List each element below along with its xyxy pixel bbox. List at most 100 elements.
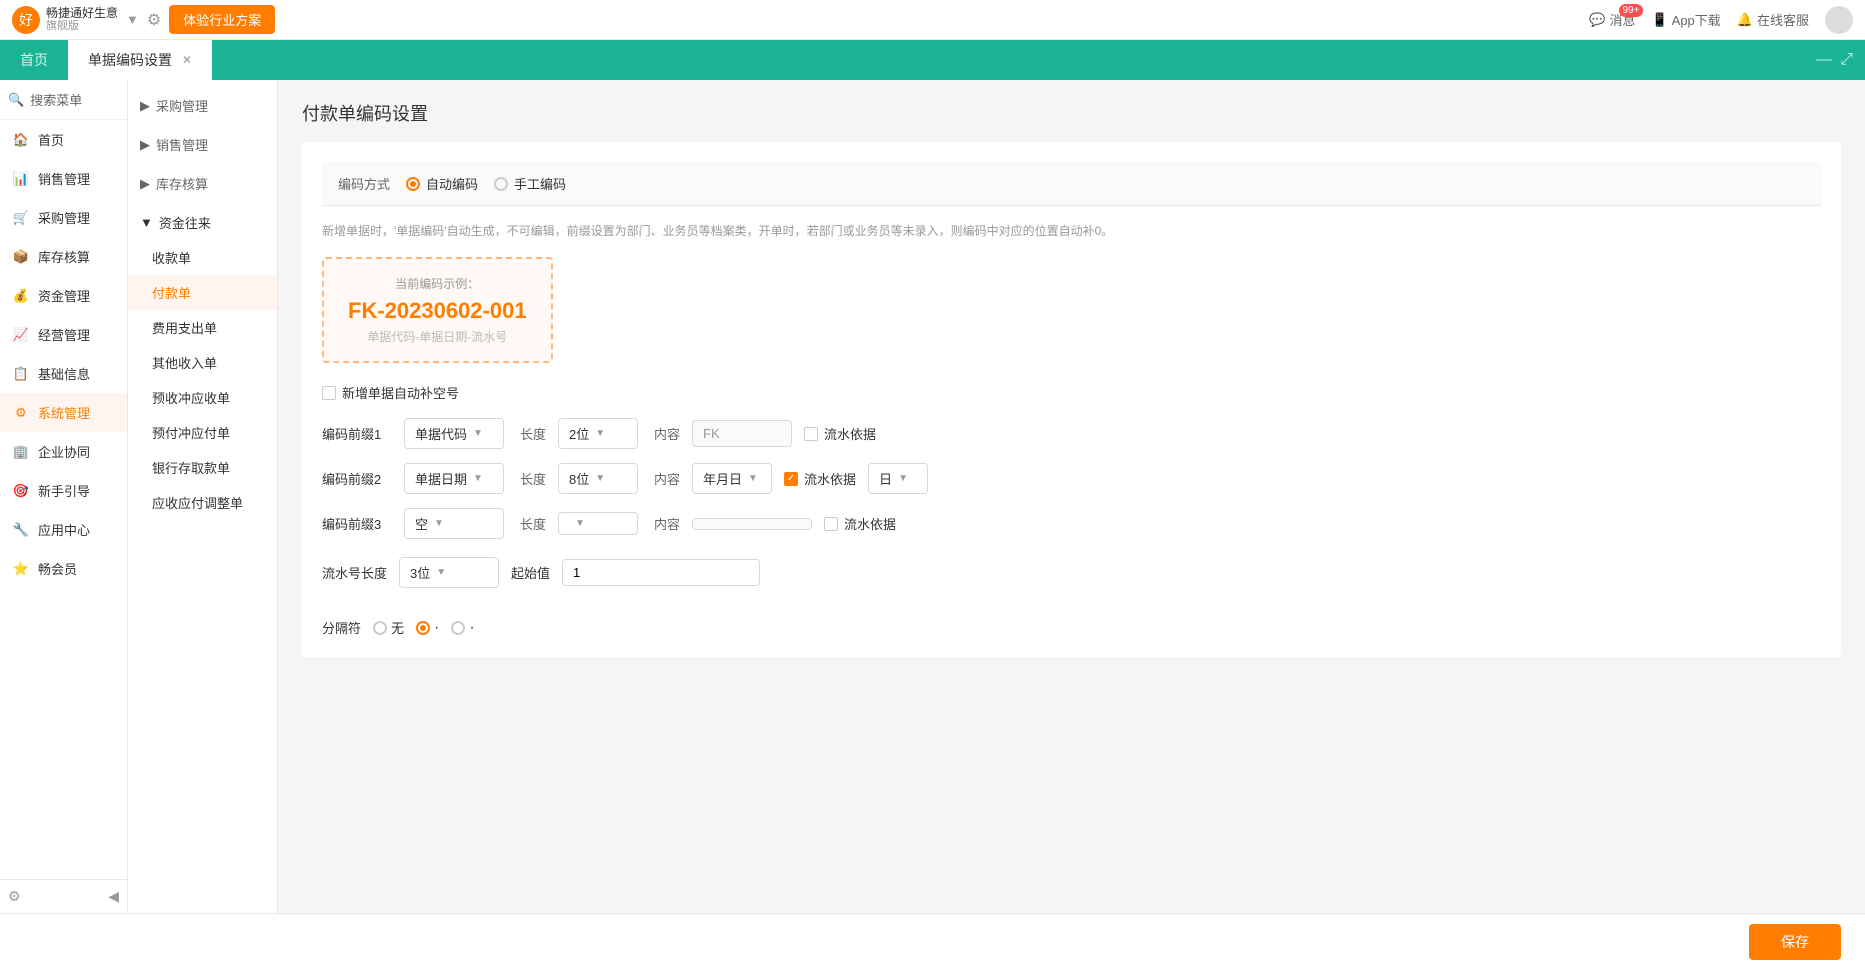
prefix2-content-select[interactable]: 年月日 ▼ [692, 463, 772, 494]
main-layout: 🔍 搜索菜单 🏠 首页 📊 销售管理 🛒 采购管理 📦 库存核算 💰 [0, 80, 1865, 913]
separator-none-dot [373, 621, 387, 635]
sidebar-bottom: ⚙ ◀ [0, 879, 127, 913]
auto-fill-checkbox-row[interactable]: 新增单据自动补空号 [322, 383, 1821, 402]
subnav-group-inventory-title[interactable]: ▶ 库存核算 [128, 166, 277, 201]
subnav-item-payment[interactable]: 付款单 [128, 275, 277, 310]
enterprise-icon: 🏢 [12, 443, 30, 461]
subnav: ▶ 采购管理 ▶ 销售管理 ▶ 库存核算 ▼ 资金往来 收款单 付款单 费用支出… [128, 80, 278, 913]
serial-start-input[interactable] [562, 559, 760, 586]
maximize-icon[interactable]: ⤢ [1840, 51, 1853, 69]
separator-dash-radio[interactable]: · [416, 619, 439, 637]
minimize-icon[interactable]: — [1816, 51, 1832, 69]
prefix1-content-label: 内容 [654, 424, 680, 443]
prefix3-length-select[interactable]: ▼ [558, 512, 638, 535]
separator-none-radio[interactable]: 无 [373, 618, 404, 637]
operation-icon: 📈 [12, 326, 30, 344]
prefix2-serial-checkbox[interactable]: ✓ 流水依据 [784, 469, 856, 488]
sidebar-item-enterprise[interactable]: 🏢 企业协同 [0, 432, 127, 471]
prefix3-serial-checkbox[interactable]: 流水依据 [824, 514, 896, 533]
subnav-group-purchase-title[interactable]: ▶ 采购管理 [128, 88, 277, 123]
subnav-group-finance-title[interactable]: ▼ 资金往来 [128, 205, 277, 240]
system-icon: ⚙ [12, 404, 30, 422]
separator-label: 分隔符 [322, 618, 361, 637]
logo-text: 畅捷通好生意 旗舰版 [46, 6, 118, 34]
subnav-item-income[interactable]: 其他收入单 [128, 345, 277, 380]
subnav-item-bank-deposit[interactable]: 银行存取款单 [128, 450, 277, 485]
encoding-form-rows: 编码前缀1 单据代码 ▼ 长度 2位 ▼ 内容 FK 流水依据 [322, 418, 1821, 637]
sidebar-item-purchase[interactable]: 🛒 采购管理 [0, 198, 127, 237]
tab-encoding[interactable]: 单据编码设置 ✕ [68, 40, 212, 80]
search-menu-button[interactable]: 🔍 搜索菜单 [0, 80, 127, 120]
separator-dot-radio[interactable]: · [451, 619, 474, 637]
separator-dash-dot [416, 621, 430, 635]
prefix1-select[interactable]: 单据代码 ▼ [404, 418, 504, 449]
subnav-item-adjustment[interactable]: 应收应付调整单 [128, 485, 277, 520]
save-button[interactable]: 保存 [1749, 924, 1841, 960]
subnav-group-sales-title[interactable]: ▶ 销售管理 [128, 127, 277, 162]
sidebar-item-operation[interactable]: 📈 经营管理 [0, 315, 127, 354]
subnav-item-prepay-receivable[interactable]: 预收冲应收单 [128, 380, 277, 415]
form-row-prefix2: 编码前缀2 单据日期 ▼ 长度 8位 ▼ 内容 年月日 ▼ [322, 463, 1821, 494]
prefix2-length-label: 长度 [520, 469, 546, 488]
settings-icon[interactable]: ⚙ [147, 10, 161, 30]
topbar-right: 💬 消息 99+ 📱 App下载 🔔 在线客服 [1589, 6, 1853, 34]
prefix2-length-select[interactable]: 8位 ▼ [558, 463, 638, 494]
prefix2-content-arrow-icon: ▼ [748, 473, 758, 484]
prefix2-serial-check-box[interactable]: ✓ [784, 472, 798, 486]
sidebar-item-basic[interactable]: 📋 基础信息 [0, 354, 127, 393]
logo-icon: 好 [12, 6, 40, 34]
prefix3-content-label: 内容 [654, 514, 680, 533]
form-row-prefix3: 编码前缀3 空 ▼ 长度 ▼ 内容 流水依据 [322, 508, 1821, 539]
sidebar-item-finance[interactable]: 💰 资金管理 [0, 276, 127, 315]
sidebar-item-sales[interactable]: 📊 销售管理 [0, 159, 127, 198]
sidebar-item-member[interactable]: ⭐ 畅会员 [0, 549, 127, 588]
sidebar-collapse-icon[interactable]: ◀ [108, 888, 119, 905]
message-button[interactable]: 💬 消息 99+ [1589, 10, 1635, 29]
page-title: 付款单编码设置 [302, 100, 1841, 126]
subnav-item-expense[interactable]: 费用支出单 [128, 310, 277, 345]
encoding-method-label: 编码方式 [338, 174, 390, 193]
user-avatar[interactable] [1825, 6, 1853, 34]
prefix1-serial-check-box[interactable] [804, 427, 818, 441]
subnav-item-receipt[interactable]: 收款单 [128, 240, 277, 275]
prefix1-length-select[interactable]: 2位 ▼ [558, 418, 638, 449]
serial-arrow-icon: ▼ [436, 567, 446, 578]
prefix3-select[interactable]: 空 ▼ [404, 508, 504, 539]
tab-home[interactable]: 首页 [0, 40, 68, 80]
prefix1-serial-checkbox[interactable]: 流水依据 [804, 424, 876, 443]
prefix1-label: 编码前缀1 [322, 424, 392, 443]
manual-encoding-radio[interactable]: 手工编码 [494, 174, 566, 193]
app-download-button[interactable]: 📱 App下载 [1651, 10, 1720, 29]
prefix3-content-value [692, 518, 812, 530]
auto-radio-dot [406, 177, 420, 191]
topbar-nav: ▼ ⚙ [126, 10, 161, 30]
tabbar: 首页 单据编码设置 ✕ — ⤢ [0, 40, 1865, 80]
prefix2-select[interactable]: 单据日期 ▼ [404, 463, 504, 494]
prefix2-day-select[interactable]: 日 ▼ [868, 463, 928, 494]
sidebar-item-home[interactable]: 🏠 首页 [0, 120, 127, 159]
sidebar-item-guide[interactable]: 🎯 新手引导 [0, 471, 127, 510]
separator-dot-dot [451, 621, 465, 635]
serial-length-select[interactable]: 3位 ▼ [399, 557, 499, 588]
basic-icon: 📋 [12, 365, 30, 383]
home-icon: 🏠 [12, 131, 30, 149]
tab-close-icon[interactable]: ✕ [182, 53, 192, 67]
sidebar-settings-icon[interactable]: ⚙ [8, 888, 21, 905]
serial-start-label: 起始值 [511, 563, 550, 582]
separator-options: 无 · · [373, 618, 475, 637]
trial-button[interactable]: 体验行业方案 [169, 5, 275, 34]
prefix3-serial-check-box[interactable] [824, 517, 838, 531]
serial-row: 流水号长度 3位 ▼ 起始值 [322, 557, 1821, 588]
footer-bar: 保存 [0, 913, 1865, 969]
subnav-item-prepay-payable[interactable]: 预付冲应付单 [128, 415, 277, 450]
prefix2-length-arrow-icon: ▼ [595, 473, 605, 484]
service-button[interactable]: 🔔 在线客服 [1737, 10, 1809, 29]
prefix3-label: 编码前缀3 [322, 514, 392, 533]
sidebar-item-inventory[interactable]: 📦 库存核算 [0, 237, 127, 276]
auto-fill-checkbox[interactable] [322, 386, 336, 400]
chevron-right-icon3: ▶ [140, 176, 150, 192]
sidebar-item-system[interactable]: ⚙ 系统管理 [0, 393, 127, 432]
nav-arrow-icon[interactable]: ▼ [126, 12, 139, 27]
sidebar-item-app[interactable]: 🔧 应用中心 [0, 510, 127, 549]
auto-encoding-radio[interactable]: 自动编码 [406, 174, 478, 193]
